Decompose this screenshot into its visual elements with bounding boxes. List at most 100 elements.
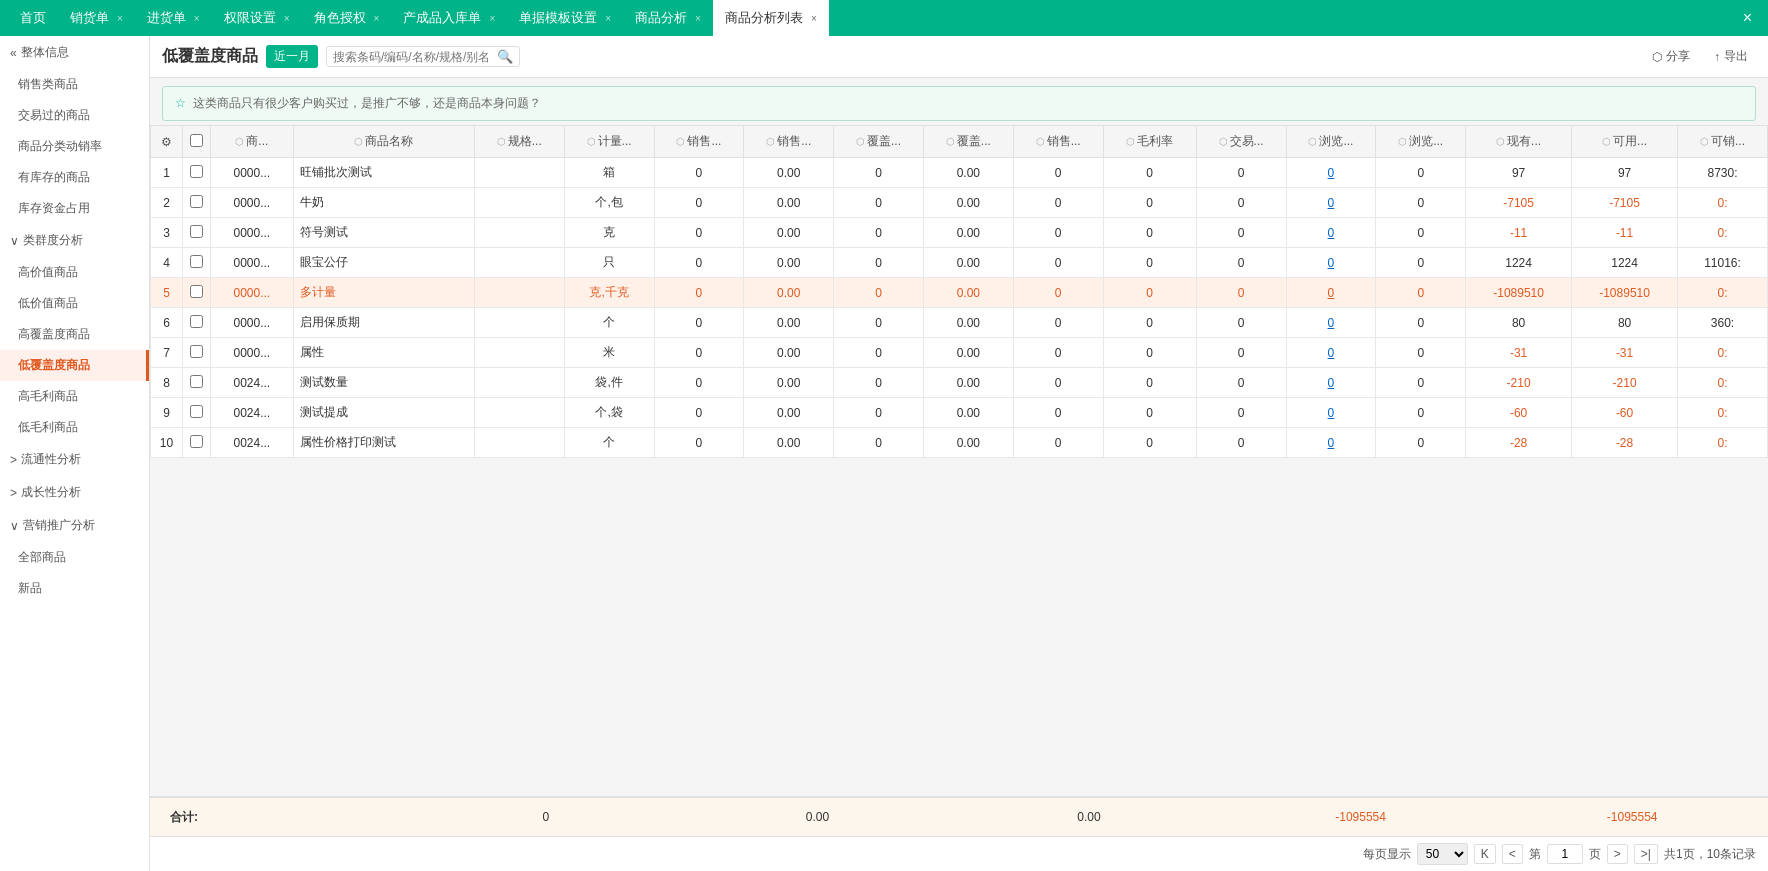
row-browse1[interactable]: 0 (1286, 368, 1376, 398)
row-browse1[interactable]: 0 (1286, 338, 1376, 368)
col-sales3[interactable]: ⬡销售... (1013, 126, 1103, 158)
nav-roles[interactable]: 角色授权 × (302, 0, 392, 36)
nav-template-close[interactable]: × (605, 13, 611, 24)
row-checkbox[interactable] (183, 218, 211, 248)
sidebar-item-low-coverage[interactable]: 低覆盖度商品 (0, 350, 149, 381)
row-checkbox[interactable] (183, 338, 211, 368)
search-input[interactable] (333, 50, 493, 64)
sidebar-item-low-value[interactable]: 低价值商品 (0, 288, 149, 319)
sidebar-item-high-coverage[interactable]: 高覆盖度商品 (0, 319, 149, 350)
per-page-select[interactable]: 50 20 100 (1417, 843, 1468, 865)
period-button[interactable]: 近一月 (266, 45, 318, 68)
sidebar-section-marketing[interactable]: ∨ 营销推广分析 (0, 509, 149, 542)
row-cover2: 0.00 (923, 338, 1013, 368)
prev-page-button[interactable]: < (1502, 844, 1523, 864)
sidebar-item-all-goods[interactable]: 全部商品 (0, 542, 149, 573)
col-available[interactable]: ⬡可用... (1572, 126, 1678, 158)
sidebar-section-overall[interactable]: « 整体信息 (0, 36, 149, 69)
data-table-container[interactable]: ⚙ ⬡商... ⬡商品名称 ⬡规格... (150, 125, 1768, 796)
col-sales1[interactable]: ⬡销售... (654, 126, 744, 158)
col-sales2[interactable]: ⬡销售... (744, 126, 834, 158)
row-browse1[interactable]: 0 (1286, 428, 1376, 458)
share-button[interactable]: ⬡ 分享 (1644, 44, 1698, 69)
page-number-input[interactable] (1547, 844, 1583, 864)
nav-template-settings[interactable]: 单据模板设置 × (507, 0, 623, 36)
sidebar-item-sales-goods[interactable]: 销售类商品 (0, 69, 149, 100)
col-trade[interactable]: ⬡交易... (1196, 126, 1286, 158)
col-browse2[interactable]: ⬡浏览... (1376, 126, 1466, 158)
nav-sales-close[interactable]: × (117, 13, 123, 24)
row-margin: 0 (1103, 218, 1196, 248)
row-checkbox[interactable] (183, 158, 211, 188)
row-browse1[interactable]: 0 (1286, 218, 1376, 248)
row-sales3: 0 (1013, 278, 1103, 308)
window-close-button[interactable]: × (1735, 9, 1760, 27)
first-page-button[interactable]: K (1474, 844, 1496, 864)
nav-permissions-close[interactable]: × (284, 13, 290, 24)
col-margin[interactable]: ⬡毛利率 (1103, 126, 1196, 158)
row-checkbox[interactable] (183, 398, 211, 428)
next-page-button[interactable]: > (1607, 844, 1628, 864)
nav-permissions[interactable]: 权限设置 × (212, 0, 302, 36)
last-page-button[interactable]: >| (1634, 844, 1658, 864)
row-browse1[interactable]: 0 (1286, 398, 1376, 428)
nav-finished-goods[interactable]: 产成品入库单 × (391, 0, 507, 36)
table-row: 2 0000... 牛奶 个,包 0 0.00 0 0.00 0 0 0 0 0… (151, 188, 1768, 218)
row-checkbox[interactable] (183, 428, 211, 458)
row-sales3: 0 (1013, 188, 1103, 218)
col-spec[interactable]: ⬡规格... (474, 126, 564, 158)
sidebar-item-inventory-capital[interactable]: 库存资金占用 (0, 193, 149, 224)
col-current[interactable]: ⬡现有... (1466, 126, 1572, 158)
row-checkbox[interactable] (183, 368, 211, 398)
nav-list-close[interactable]: × (811, 13, 817, 24)
col-cover1[interactable]: ⬡覆盖... (834, 126, 924, 158)
nav-product-analysis-list[interactable]: 商品分析列表 × (713, 0, 829, 36)
row-checkbox[interactable] (183, 248, 211, 278)
nav-product-analysis-close[interactable]: × (695, 13, 701, 24)
row-current: -210 (1466, 368, 1572, 398)
row-checkbox[interactable] (183, 188, 211, 218)
nav-roles-close[interactable]: × (374, 13, 380, 24)
col-code[interactable]: ⬡商... (211, 126, 294, 158)
col-unit[interactable]: ⬡计量... (564, 126, 654, 158)
sidebar-item-traded-goods[interactable]: 交易过的商品 (0, 100, 149, 131)
settings-icon[interactable]: ⚙ (161, 135, 172, 149)
row-sales2: 0.00 (744, 218, 834, 248)
col-browse1[interactable]: ⬡浏览... (1286, 126, 1376, 158)
row-browse1[interactable]: 0 (1286, 248, 1376, 278)
row-available: 1224 (1572, 248, 1678, 278)
col-name[interactable]: ⬡商品名称 (293, 126, 474, 158)
sidebar-section-circulation[interactable]: > 流通性分析 (0, 443, 149, 476)
row-spec (474, 278, 564, 308)
sidebar-item-high-value[interactable]: 高价值商品 (0, 257, 149, 288)
nav-home[interactable]: 首页 (8, 0, 58, 36)
nav-purchase[interactable]: 进货单 × (135, 0, 212, 36)
row-sellable: 11016: (1678, 248, 1768, 278)
nav-finished-goods-close[interactable]: × (489, 13, 495, 24)
row-browse2: 0 (1376, 308, 1466, 338)
sidebar-item-high-margin[interactable]: 高毛利商品 (0, 381, 149, 412)
col-checkbox[interactable] (183, 126, 211, 158)
export-button[interactable]: ↑ 导出 (1706, 44, 1756, 69)
row-browse1[interactable]: 0 (1286, 188, 1376, 218)
select-all-checkbox[interactable] (190, 134, 203, 147)
sidebar-section-growth[interactable]: > 成长性分析 (0, 476, 149, 509)
row-checkbox[interactable] (183, 308, 211, 338)
nav-product-analysis[interactable]: 商品分析 × (623, 0, 713, 36)
row-browse1[interactable]: 0 (1286, 158, 1376, 188)
info-icon: ☆ (175, 96, 186, 110)
row-browse1[interactable]: 0 (1286, 278, 1376, 308)
sidebar-item-low-margin[interactable]: 低毛利商品 (0, 412, 149, 443)
sidebar-item-category-rate[interactable]: 商品分类动销率 (0, 131, 149, 162)
row-checkbox[interactable] (183, 278, 211, 308)
col-sellable[interactable]: ⬡可销... (1678, 126, 1768, 158)
col-settings[interactable]: ⚙ (151, 126, 183, 158)
sidebar-item-stocked-goods[interactable]: 有库存的商品 (0, 162, 149, 193)
sidebar-section-group[interactable]: ∨ 类群度分析 (0, 224, 149, 257)
nav-purchase-close[interactable]: × (194, 13, 200, 24)
row-sales3: 0 (1013, 428, 1103, 458)
nav-sales[interactable]: 销货单 × (58, 0, 135, 36)
col-cover2[interactable]: ⬡覆盖... (923, 126, 1013, 158)
row-browse1[interactable]: 0 (1286, 308, 1376, 338)
sidebar-item-new-goods[interactable]: 新品 (0, 573, 149, 604)
